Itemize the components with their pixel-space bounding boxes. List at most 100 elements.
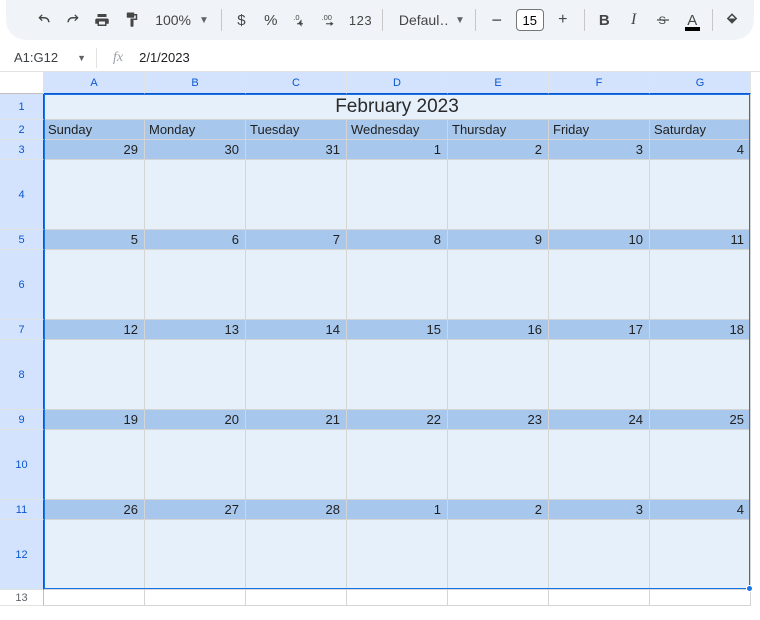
empty-cell[interactable] <box>347 160 448 230</box>
row-header[interactable]: 11 <box>0 500 44 520</box>
row-header[interactable]: 1 <box>0 94 44 120</box>
date-cell[interactable]: 5 <box>44 230 145 250</box>
fill-color-button[interactable] <box>719 5 746 35</box>
empty-cell[interactable] <box>145 160 246 230</box>
row-header[interactable]: 10 <box>0 430 44 500</box>
empty-cell[interactable] <box>44 430 145 500</box>
empty-cell[interactable] <box>145 520 246 590</box>
date-cell[interactable]: 2 <box>448 500 549 520</box>
dayname-cell[interactable]: Thursday <box>448 120 549 140</box>
decrease-font-button[interactable]: − <box>482 5 512 35</box>
dayname-cell[interactable]: Monday <box>145 120 246 140</box>
empty-cell[interactable] <box>347 590 448 606</box>
print-button[interactable] <box>89 5 116 35</box>
empty-cell[interactable] <box>145 430 246 500</box>
row-header[interactable]: 4 <box>0 160 44 230</box>
calendar-title-cell[interactable]: February 2023 <box>44 94 751 120</box>
col-header[interactable]: A <box>44 72 145 94</box>
empty-cell[interactable] <box>145 590 246 606</box>
empty-cell[interactable] <box>549 250 650 320</box>
empty-cell[interactable] <box>246 340 347 410</box>
empty-cell[interactable] <box>246 160 347 230</box>
empty-cell[interactable] <box>448 430 549 500</box>
empty-cell[interactable] <box>44 340 145 410</box>
zoom-dropdown[interactable]: 100% ▼ <box>147 12 215 28</box>
cells-area[interactable]: February 2023 Sunday Monday Tuesday Wedn… <box>44 94 751 606</box>
empty-cell[interactable] <box>448 160 549 230</box>
percent-button[interactable]: % <box>257 5 284 35</box>
name-box[interactable]: A1:G12 ▼ <box>8 48 90 67</box>
empty-cell[interactable] <box>347 520 448 590</box>
date-cell[interactable]: 12 <box>44 320 145 340</box>
empty-cell[interactable] <box>549 590 650 606</box>
italic-button[interactable]: I <box>620 5 647 35</box>
empty-cell[interactable] <box>549 430 650 500</box>
text-color-button[interactable]: A <box>679 5 706 35</box>
empty-cell[interactable] <box>246 430 347 500</box>
date-cell[interactable]: 4 <box>650 500 751 520</box>
date-cell[interactable]: 30 <box>145 140 246 160</box>
empty-cell[interactable] <box>650 590 751 606</box>
dayname-cell[interactable]: Saturday <box>650 120 751 140</box>
empty-cell[interactable] <box>44 520 145 590</box>
date-cell[interactable]: 2 <box>448 140 549 160</box>
empty-cell[interactable] <box>44 250 145 320</box>
dayname-cell[interactable]: Sunday <box>44 120 145 140</box>
row-header[interactable]: 6 <box>0 250 44 320</box>
row-header[interactable]: 7 <box>0 320 44 340</box>
undo-button[interactable] <box>30 5 57 35</box>
empty-cell[interactable] <box>145 340 246 410</box>
row-header[interactable]: 2 <box>0 120 44 140</box>
date-cell[interactable]: 10 <box>549 230 650 250</box>
date-cell[interactable]: 1 <box>347 500 448 520</box>
col-header[interactable]: B <box>145 72 246 94</box>
row-header[interactable]: 13 <box>0 590 44 606</box>
format-123-button[interactable]: 123 <box>345 5 376 35</box>
date-cell[interactable]: 29 <box>44 140 145 160</box>
bold-button[interactable]: B <box>591 5 618 35</box>
date-cell[interactable]: 28 <box>246 500 347 520</box>
empty-cell[interactable] <box>650 160 751 230</box>
dayname-cell[interactable]: Friday <box>549 120 650 140</box>
col-header[interactable]: F <box>549 72 650 94</box>
paint-format-button[interactable] <box>118 5 145 35</box>
font-dropdown[interactable]: Defaul… ▼ <box>389 12 469 28</box>
date-cell[interactable]: 1 <box>347 140 448 160</box>
empty-cell[interactable] <box>448 520 549 590</box>
date-cell[interactable]: 18 <box>650 320 751 340</box>
date-cell[interactable]: 31 <box>246 140 347 160</box>
empty-cell[interactable] <box>347 250 448 320</box>
row-header[interactable]: 12 <box>0 520 44 590</box>
empty-cell[interactable] <box>650 520 751 590</box>
date-cell[interactable]: 14 <box>246 320 347 340</box>
increase-decimal-button[interactable]: .00 <box>316 5 343 35</box>
date-cell[interactable]: 9 <box>448 230 549 250</box>
empty-cell[interactable] <box>246 590 347 606</box>
empty-cell[interactable] <box>549 340 650 410</box>
font-size-input[interactable] <box>516 9 544 31</box>
empty-cell[interactable] <box>549 160 650 230</box>
date-cell[interactable]: 21 <box>246 410 347 430</box>
col-header[interactable]: G <box>650 72 751 94</box>
formula-input[interactable]: 2/1/2023 <box>137 50 760 65</box>
date-cell[interactable]: 7 <box>246 230 347 250</box>
dayname-cell[interactable]: Wednesday <box>347 120 448 140</box>
date-cell[interactable]: 22 <box>347 410 448 430</box>
date-cell[interactable]: 13 <box>145 320 246 340</box>
empty-cell[interactable] <box>448 250 549 320</box>
empty-cell[interactable] <box>347 430 448 500</box>
date-cell[interactable]: 19 <box>44 410 145 430</box>
date-cell[interactable]: 16 <box>448 320 549 340</box>
decrease-decimal-button[interactable]: .0 <box>286 5 313 35</box>
date-cell[interactable]: 20 <box>145 410 246 430</box>
dayname-cell[interactable]: Tuesday <box>246 120 347 140</box>
currency-button[interactable]: $ <box>228 5 255 35</box>
empty-cell[interactable] <box>347 340 448 410</box>
col-header[interactable]: D <box>347 72 448 94</box>
date-cell[interactable]: 17 <box>549 320 650 340</box>
empty-cell[interactable] <box>145 250 246 320</box>
empty-cell[interactable] <box>246 520 347 590</box>
date-cell[interactable]: 15 <box>347 320 448 340</box>
empty-cell[interactable] <box>549 520 650 590</box>
empty-cell[interactable] <box>246 250 347 320</box>
